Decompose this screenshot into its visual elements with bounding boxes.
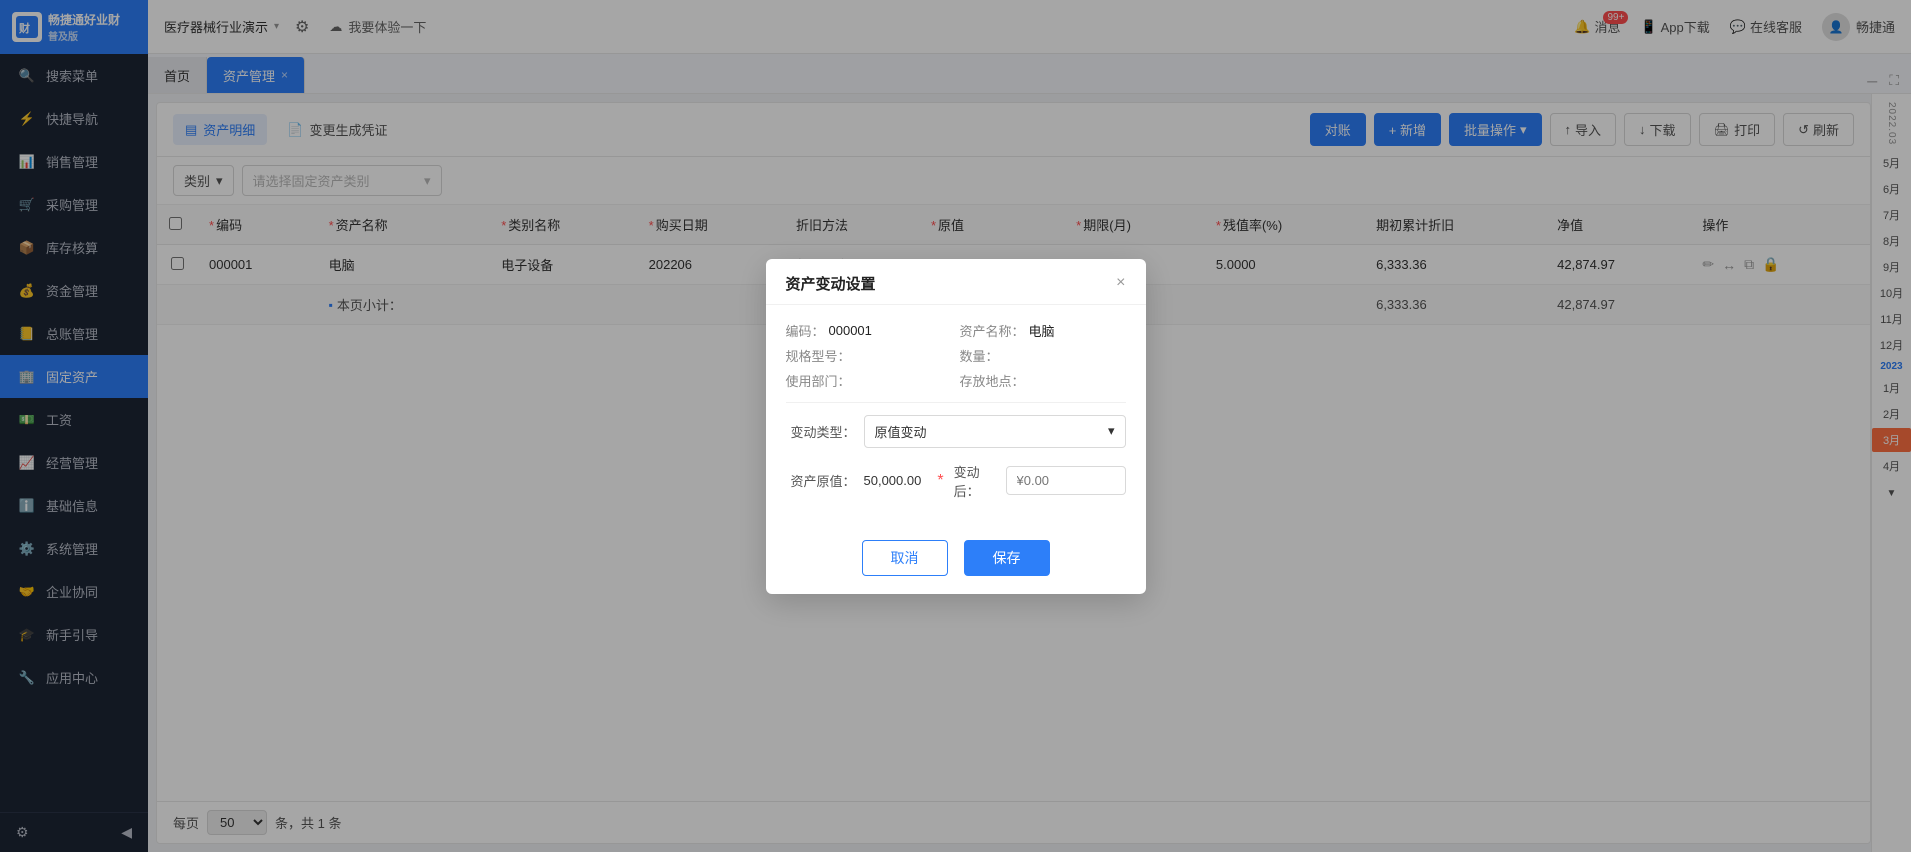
modal-dept-item: 使用部门： — [786, 371, 952, 390]
modal-body: 编码： 000001 资产名称： 电脑 规格型号： 数量： 使用部门： — [766, 305, 1146, 530]
original-value-label: 资产原值： — [786, 471, 856, 490]
cancel-button[interactable]: 取消 — [862, 540, 948, 576]
modal-dept-label: 使用部门： — [786, 371, 851, 390]
modal-header: 资产变动设置 × — [766, 259, 1146, 305]
change-type-label: 变动类型： — [786, 422, 856, 441]
modal-location-item: 存放地点： — [960, 371, 1126, 390]
required-star: * — [937, 472, 943, 490]
original-value-display: 50,000.00 — [864, 473, 922, 488]
modal-footer: 取消 保存 — [766, 530, 1146, 594]
modal-location-label: 存放地点： — [960, 371, 1025, 390]
after-change-label: 变动后： — [954, 462, 994, 500]
modal-code-label: 编码： — [786, 321, 825, 340]
chevron-down-icon: ▾ — [1108, 423, 1115, 439]
change-type-select[interactable]: 原值变动 ▾ — [864, 415, 1126, 448]
original-value-row: 资产原值： 50,000.00 * 变动后： — [786, 462, 1126, 500]
save-button[interactable]: 保存 — [964, 540, 1050, 576]
modal-quantity-item: 数量： — [960, 346, 1126, 365]
modal-spec-item: 规格型号： — [786, 346, 952, 365]
modal-quantity-label: 数量： — [960, 346, 999, 365]
after-change-input[interactable] — [1006, 466, 1126, 495]
modal-asset-name-value: 电脑 — [1029, 321, 1055, 340]
modal-overlay: 资产变动设置 × 编码： 000001 资产名称： 电脑 规格型号： 数量： — [0, 0, 1911, 852]
modal-close-icon[interactable]: × — [1116, 274, 1125, 292]
modal-asset-name-label: 资产名称： — [960, 321, 1025, 340]
change-type-row: 变动类型： 原值变动 ▾ — [786, 415, 1126, 448]
modal-info-grid: 编码： 000001 资产名称： 电脑 规格型号： 数量： 使用部门： — [786, 321, 1126, 403]
asset-change-modal: 资产变动设置 × 编码： 000001 资产名称： 电脑 规格型号： 数量： — [766, 259, 1146, 594]
modal-spec-label: 规格型号： — [786, 346, 851, 365]
modal-code-item: 编码： 000001 — [786, 321, 952, 340]
modal-code-value: 000001 — [829, 323, 872, 338]
modal-name-item: 资产名称： 电脑 — [960, 321, 1126, 340]
modal-title: 资产变动设置 — [786, 273, 876, 294]
change-type-value: 原值变动 — [875, 422, 927, 441]
